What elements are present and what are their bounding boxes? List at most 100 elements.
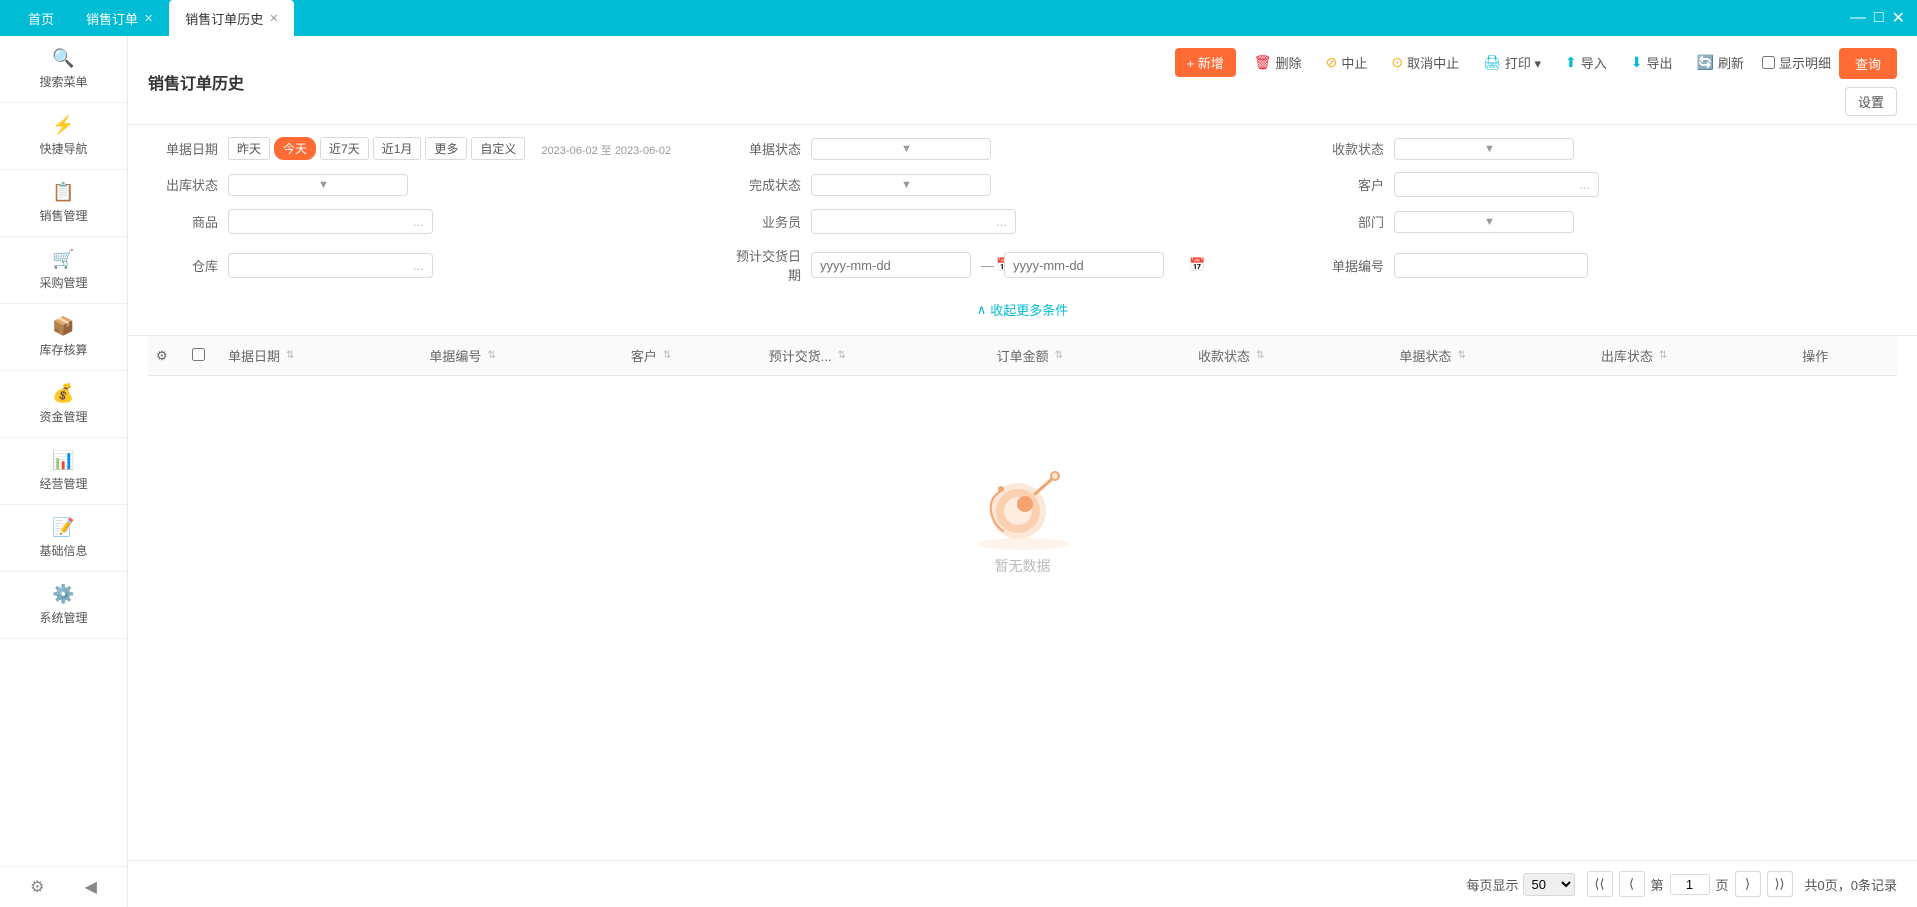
sidebar-collapse-icon[interactable]: ◀ [85, 877, 97, 897]
salesman-input[interactable]: ... [811, 209, 1016, 234]
out-status-select[interactable]: ▼ [228, 174, 408, 196]
filter-receipt-col: 收款状态 ▼ [1314, 138, 1897, 160]
tab-sales-order[interactable]: 销售订单 ✕ [70, 0, 169, 36]
table-checkbox-col[interactable] [184, 336, 220, 376]
col-amount-sort[interactable]: ⇅ [1055, 350, 1063, 361]
receipt-status-select[interactable]: ▼ [1394, 138, 1574, 160]
delivery-date-range: 📅 — 📅 [811, 252, 1164, 278]
sidebar-item-finance[interactable]: 💰 资金管理 [0, 371, 127, 438]
delivery-to-input[interactable]: 📅 [1004, 252, 1164, 278]
minimize-button[interactable]: — [1850, 9, 1866, 27]
salesman-dots[interactable]: ... [996, 214, 1007, 229]
date-btn-yesterday[interactable]: 昨天 [228, 137, 270, 160]
cancel-stop-icon: ⊙ [1391, 54, 1403, 71]
customer-input-field[interactable] [1403, 177, 1579, 192]
table-settings-col[interactable]: ⚙ [148, 336, 184, 376]
col-receipt-sort[interactable]: ⇅ [1256, 350, 1264, 361]
sidebar-item-sales[interactable]: 📋 销售管理 [0, 170, 127, 237]
filter-dept-col: 部门 ▼ [1314, 211, 1897, 233]
new-button[interactable]: + 新增 [1175, 48, 1236, 77]
complete-status-select[interactable]: ▼ [811, 174, 991, 196]
date-btn-today[interactable]: 今天 [274, 137, 316, 160]
operations-icon: 📊 [52, 450, 74, 471]
empty-illustration [963, 456, 1083, 556]
first-page-button[interactable]: ⟨⟨ [1587, 871, 1613, 897]
orderno-input-field[interactable] [1403, 258, 1579, 273]
col-delivery-sort[interactable]: ⇅ [838, 350, 846, 361]
stop-button[interactable]: ⊘ 中止 [1320, 49, 1374, 76]
sidebar-settings-icon[interactable]: ⚙ [30, 877, 44, 897]
warehouse-input-field[interactable] [237, 258, 413, 273]
collapse-button[interactable]: ∧ 收起更多条件 [148, 296, 1897, 323]
warehouse-label: 仓库 [148, 256, 228, 275]
delivery-to-cal-icon[interactable]: 📅 [1189, 257, 1205, 273]
import-button[interactable]: ⬆ 导入 [1559, 49, 1613, 76]
tab-bar: 首页 销售订单 ✕ 销售订单历史 ✕ [12, 0, 1850, 36]
sidebar-item-base-info[interactable]: 📝 基础信息 [0, 505, 127, 572]
col-customer-sort[interactable]: ⇅ [663, 350, 671, 361]
sidebar-item-search-menu[interactable]: 🔍 搜索菜单 [0, 36, 127, 103]
col-no-label: 单据编号 [429, 346, 481, 365]
receipt-status-label: 收款状态 [1314, 139, 1394, 158]
warehouse-input[interactable]: ... [228, 253, 433, 278]
refresh-button[interactable]: 🔄 刷新 [1691, 49, 1750, 76]
col-date-sort[interactable]: ⇅ [286, 350, 294, 361]
customer-label: 客户 [1314, 175, 1394, 194]
maximize-button[interactable]: □ [1874, 9, 1884, 27]
product-input[interactable]: ... [228, 209, 433, 234]
print-button[interactable]: 🖨 打印 ▾ [1477, 49, 1547, 76]
sidebar-item-operations[interactable]: 📊 经营管理 [0, 438, 127, 505]
pagination: ⟨⟨ ⟨ 第 页 ⟩ ⟩⟩ [1587, 871, 1793, 897]
content-area: 销售订单历史 + 新增 🗑 删除 ⊘ 中止 [128, 36, 1917, 907]
sidebar-item-quick-nav[interactable]: ⚡ 快捷导航 [0, 103, 127, 170]
date-btn-7days[interactable]: 近7天 [320, 137, 369, 160]
sidebar-item-purchase[interactable]: 🛒 采购管理 [0, 237, 127, 304]
export-button[interactable]: ⬇ 导出 [1625, 49, 1679, 76]
settings-button[interactable]: 设置 [1845, 87, 1897, 116]
prev-page-button[interactable]: ⟨ [1619, 871, 1645, 897]
col-out-sort[interactable]: ⇅ [1659, 350, 1667, 361]
salesman-input-field[interactable] [820, 214, 996, 229]
col-actions-label: 操作 [1802, 349, 1828, 364]
select-all-checkbox[interactable] [192, 348, 205, 361]
date-btn-more[interactable]: 更多 [425, 137, 467, 160]
filter-area: 单据日期 昨天 今天 近7天 近1月 更多 自定义 2023-06-02 至 2… [128, 125, 1917, 336]
show-detail-toggle[interactable]: 显示明细 [1762, 53, 1831, 72]
query-button[interactable]: 查询 [1839, 48, 1897, 79]
page-number-input[interactable] [1670, 874, 1710, 895]
empty-text: 暂无数据 [995, 556, 1051, 576]
delivery-to-field[interactable] [1013, 258, 1189, 273]
refresh-button-label: 刷新 [1718, 53, 1744, 72]
date-btn-1month[interactable]: 近1月 [373, 137, 422, 160]
dept-select[interactable]: ▼ [1394, 211, 1574, 233]
next-page-button[interactable]: ⟩ [1735, 871, 1761, 897]
tab-sales-history[interactable]: 销售订单历史 ✕ [169, 0, 294, 36]
last-page-button[interactable]: ⟩⟩ [1767, 871, 1793, 897]
sales-icon: 📋 [52, 182, 74, 203]
customer-input[interactable]: ... [1394, 172, 1599, 197]
sidebar-item-inventory[interactable]: 📦 库存核算 [0, 304, 127, 371]
status-select[interactable]: ▼ [811, 138, 991, 160]
date-btn-custom[interactable]: 自定义 [471, 137, 525, 160]
warehouse-dots[interactable]: ... [413, 258, 424, 273]
import-icon: ⬆ [1565, 54, 1577, 71]
delete-button[interactable]: 🗑 删除 [1248, 49, 1308, 76]
sidebar-item-system[interactable]: ⚙️ 系统管理 [0, 572, 127, 639]
page-size-select[interactable]: 10 20 50 100 [1523, 873, 1575, 896]
customer-dots[interactable]: ... [1579, 177, 1590, 192]
orderno-input[interactable] [1394, 253, 1588, 278]
tab-home[interactable]: 首页 [12, 0, 70, 36]
show-detail-checkbox[interactable] [1762, 56, 1775, 69]
col-no-sort[interactable]: ⇅ [487, 350, 495, 361]
col-doc-sort[interactable]: ⇅ [1457, 350, 1465, 361]
product-input-field[interactable] [237, 214, 413, 229]
close-button[interactable]: ✕ [1892, 8, 1905, 28]
delivery-from-input[interactable]: 📅 [811, 252, 971, 278]
tab-sales-order-close[interactable]: ✕ [144, 12, 153, 25]
delivery-from-field[interactable] [820, 258, 996, 273]
col-out-status: 出库状态⇅ [1593, 336, 1794, 376]
col-delivery: 预计交货...⇅ [761, 336, 989, 376]
tab-sales-history-close[interactable]: ✕ [269, 12, 278, 25]
cancel-stop-button[interactable]: ⊙ 取消中止 [1385, 49, 1465, 76]
product-dots[interactable]: ... [413, 214, 424, 229]
